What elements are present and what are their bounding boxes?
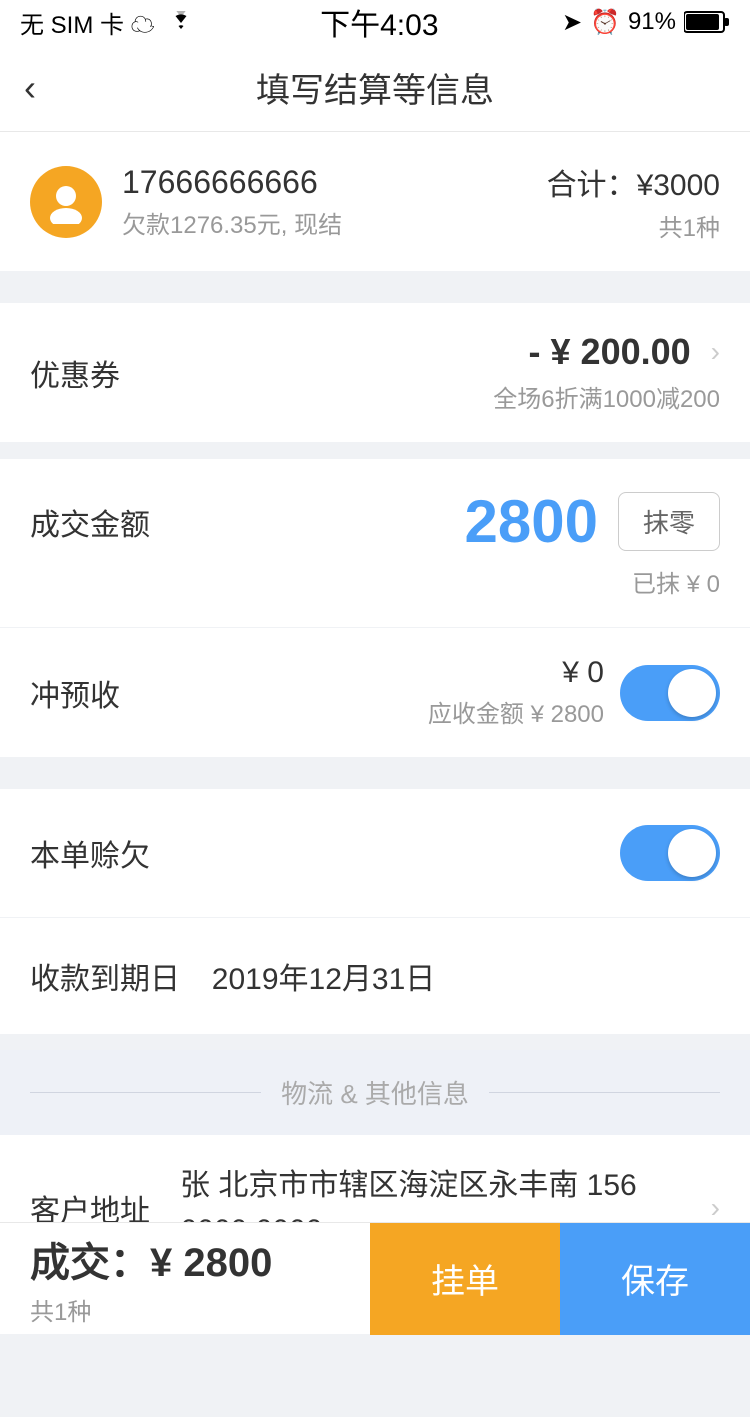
customer-left: 17666666666 欠款1276.35元, 现结	[30, 164, 342, 240]
prepay-label: 冲预收	[30, 671, 120, 715]
deal-sub: 已抹 ¥ 0	[30, 564, 720, 599]
total-count: 共1种	[547, 208, 720, 243]
back-button[interactable]: ‹	[24, 67, 36, 109]
logistics-divider: 物流 & 其他信息	[0, 1050, 750, 1135]
status-bar: 无 SIM 卡 ☁ 下午4:03 ➤ ⏰ 91%	[0, 0, 750, 44]
discount-label: 优惠券	[30, 351, 120, 395]
due-date-label: 收款到期日	[30, 963, 180, 996]
discount-value: - ¥ 200.00	[529, 331, 691, 373]
prepay-info: ¥ 0 应收金额 ¥ 2800	[428, 656, 604, 729]
bottom-deal-label: 成交：	[30, 1241, 150, 1285]
avatar	[30, 166, 102, 238]
alarm-icon: ⏰	[590, 8, 620, 37]
debit-label: 本单赊欠	[30, 831, 150, 875]
customer-phone: 17666666666	[122, 164, 342, 201]
deal-label: 成交金额	[30, 500, 150, 544]
save-button[interactable]: 保存	[560, 1223, 750, 1335]
location-icon: ➤	[562, 8, 582, 37]
round-button[interactable]: 抹零	[618, 492, 720, 551]
due-date-value: 2019年12月31日	[212, 963, 435, 996]
status-time: 下午4:03	[320, 0, 438, 44]
deal-section: 成交金额 2800 抹零 已抹 ¥ 0	[0, 459, 750, 628]
bottom-count: 共1种	[30, 1292, 340, 1327]
page-title: 填写结算等信息	[256, 63, 494, 112]
discount-row[interactable]: 优惠券 - ¥ 200.00 › 全场6折满1000减200	[0, 303, 750, 443]
nav-bar: ‹ 填写结算等信息	[0, 44, 750, 132]
section-divider-2	[0, 443, 750, 459]
total-value: ¥3000	[637, 169, 720, 202]
section-divider-3	[0, 757, 750, 773]
wifi-icon	[165, 11, 197, 33]
address-chevron: ›	[711, 1192, 720, 1224]
divider-line-left	[30, 1092, 261, 1093]
bottom-summary: 成交：¥ 2800 共1种	[0, 1230, 370, 1327]
battery-text: 91%	[628, 8, 676, 36]
debit-toggle[interactable]	[620, 825, 720, 881]
due-date-section: 收款到期日 2019年12月31日	[0, 917, 750, 1034]
logistics-label: 物流 & 其他信息	[281, 1074, 469, 1111]
prepay-section: 冲预收 ¥ 0 应收金额 ¥ 2800	[0, 628, 750, 757]
debit-section: 本单赊欠	[0, 789, 750, 917]
sim-status: 无 SIM 卡 ☁	[20, 5, 155, 40]
section-divider-1	[0, 287, 750, 303]
customer-total: 合计：¥3000 共1种	[547, 160, 720, 243]
bottom-bar: 成交：¥ 2800 共1种 挂单 保存	[0, 1222, 750, 1334]
bottom-deal-amount: ¥ 2800	[150, 1241, 272, 1285]
discount-chevron: ›	[711, 336, 720, 368]
prepay-amount: ¥ 0	[428, 656, 604, 690]
prepay-right: ¥ 0 应收金额 ¥ 2800	[428, 656, 720, 729]
customer-sub: 欠款1276.35元, 现结	[122, 205, 342, 240]
battery-icon	[684, 10, 730, 34]
status-right: ➤ ⏰ 91%	[562, 8, 730, 37]
prepay-toggle[interactable]	[620, 665, 720, 721]
total-price: 合计：¥3000	[547, 160, 720, 204]
avatar-icon	[44, 180, 88, 224]
status-left: 无 SIM 卡 ☁	[20, 5, 197, 40]
bottom-deal: 成交：¥ 2800	[30, 1230, 340, 1288]
deal-right: 2800 抹零	[465, 487, 721, 556]
customer-info: 17666666666 欠款1276.35元, 现结	[122, 164, 342, 240]
discount-sub: 全场6折满1000减200	[493, 379, 720, 414]
divider-line-right	[489, 1092, 720, 1093]
prepay-sub: 应收金额 ¥ 2800	[428, 694, 604, 729]
deal-row: 成交金额 2800 抹零	[30, 487, 720, 556]
customer-card: 17666666666 欠款1276.35元, 现结 合计：¥3000 共1种	[0, 132, 750, 271]
pending-button[interactable]: 挂单	[370, 1223, 560, 1335]
total-label: 合计：	[547, 169, 637, 202]
discount-right: - ¥ 200.00 › 全场6折满1000减200	[493, 331, 720, 414]
deal-amount: 2800	[465, 487, 598, 556]
